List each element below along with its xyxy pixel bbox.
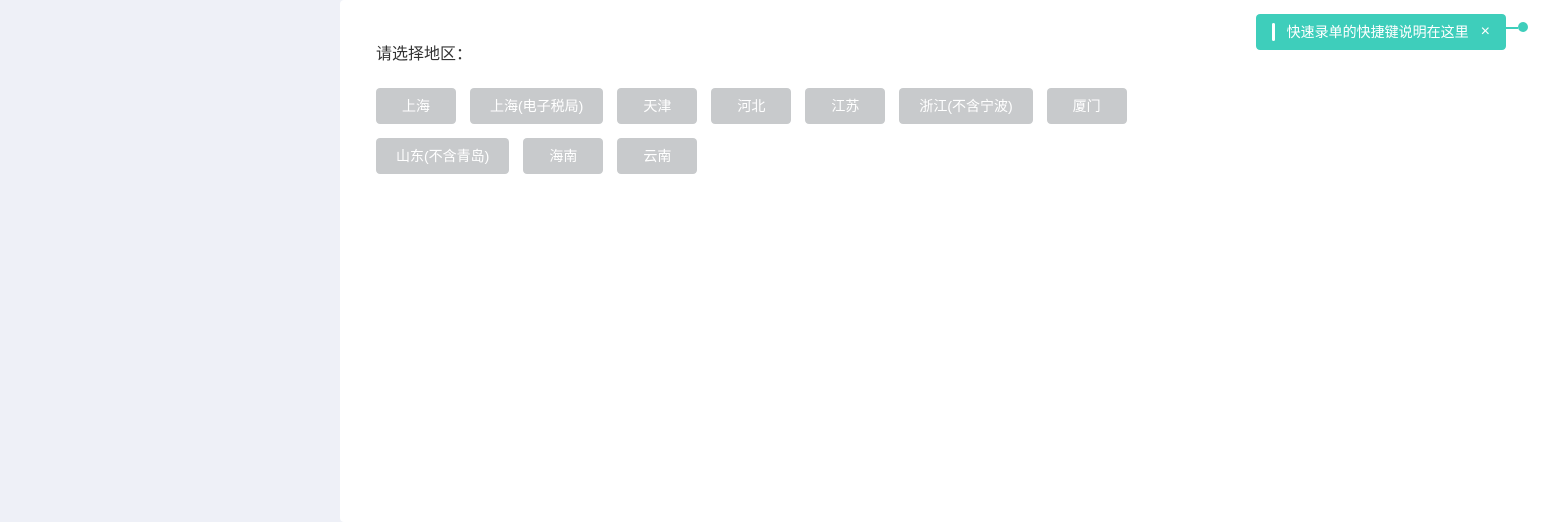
region-button[interactable]: 天津: [617, 88, 697, 124]
region-button[interactable]: 海南: [523, 138, 603, 174]
tooltip-close-button[interactable]: ×: [1481, 23, 1490, 41]
tooltip-dot: [1518, 22, 1528, 32]
region-button[interactable]: 上海: [376, 88, 456, 124]
sidebar: [0, 0, 340, 522]
tooltip-line: [1504, 27, 1518, 29]
region-button[interactable]: 云南: [617, 138, 697, 174]
tooltip-text: 快速录单的快捷键说明在这里: [1287, 22, 1469, 42]
region-button[interactable]: 山东(不含青岛): [376, 138, 509, 174]
region-buttons-row-2: 山东(不含青岛) 海南云南: [376, 138, 1526, 174]
region-buttons-row-1: 上海上海(电子税局) 天津河北江苏浙江(不含宁波) 厦门: [376, 88, 1526, 124]
region-button[interactable]: 江苏: [805, 88, 885, 124]
region-button[interactable]: 浙江(不含宁波): [899, 88, 1032, 124]
main-content: 请选择地区： 上海上海(电子税局)天津河北江苏浙江(不含宁波)厦门 山东(不含青…: [340, 0, 1562, 522]
region-button[interactable]: 河北: [711, 88, 791, 124]
region-button[interactable]: 上海(电子税局): [470, 88, 603, 124]
tooltip-bar: [1272, 23, 1275, 41]
region-button[interactable]: 厦门: [1047, 88, 1127, 124]
tooltip-banner: 快速录单的快捷键说明在这里 ×: [1256, 14, 1506, 50]
